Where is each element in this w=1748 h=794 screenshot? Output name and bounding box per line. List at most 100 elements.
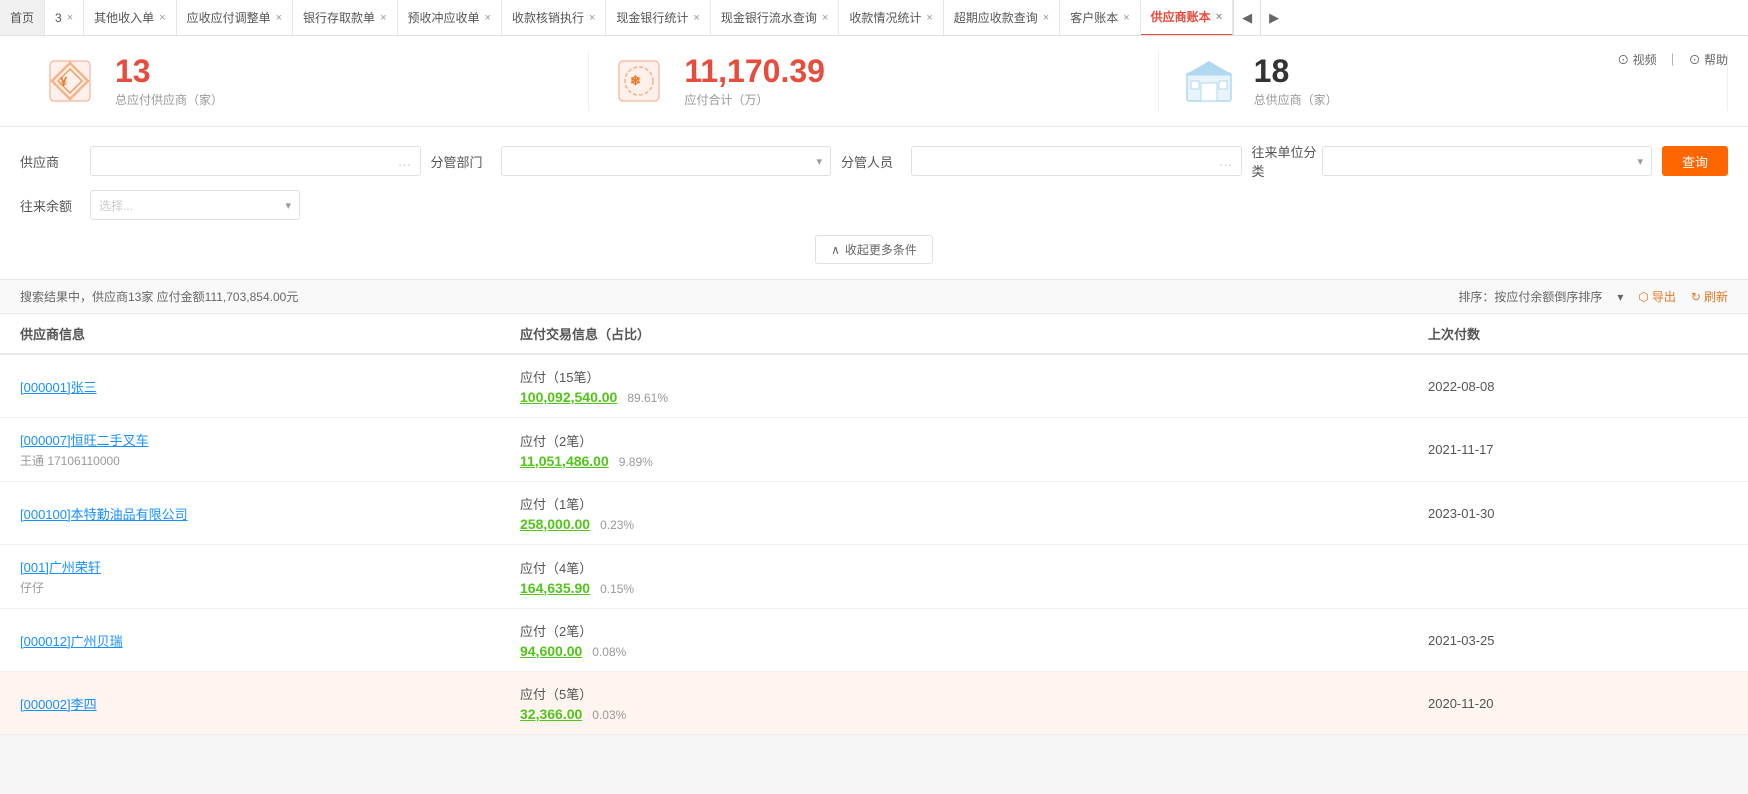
- supplier-link[interactable]: [000001]张三: [20, 377, 520, 396]
- supplier-input[interactable]: [99, 154, 398, 168]
- tx-amount[interactable]: 32,366.00: [520, 706, 582, 722]
- supplier-link[interactable]: [000100]本特勤油品有限公司: [20, 504, 520, 523]
- person-input-wrap[interactable]: …: [911, 146, 1242, 176]
- tab-cash-flow[interactable]: 现金银行流水查询 ×: [711, 0, 839, 36]
- tab-adjustment[interactable]: 应收应付调整单 ×: [177, 0, 293, 36]
- filter-row-1: 供应商 … 分管部门 ▾ 分管人员 … 往来单位分类: [20, 142, 1728, 180]
- table-row: [000012]广州贝瑞 应付（2笔） 94,600.00 0.08% 2021…: [0, 609, 1748, 672]
- sort-label[interactable]: 排序：按应付余额倒序排序: [1458, 288, 1602, 305]
- last-pay-cell: 2023-01-30: [1428, 506, 1728, 521]
- close-icon[interactable]: ×: [926, 12, 932, 24]
- supplier-dots-icon[interactable]: …: [398, 153, 412, 169]
- stat-payable-suppliers: ¥ 13 总应付供应商（家）: [20, 51, 589, 111]
- supplier-input-wrap[interactable]: …: [90, 146, 421, 176]
- close-icon[interactable]: ×: [1216, 11, 1222, 23]
- close-icon[interactable]: ×: [1043, 12, 1049, 24]
- person-dots-icon[interactable]: …: [1219, 153, 1233, 169]
- category-select[interactable]: ▾: [1322, 146, 1653, 176]
- close-icon[interactable]: ×: [67, 12, 73, 24]
- table-row: [000002]李四 应付（5笔） 32,366.00 0.03% 2020-1…: [0, 672, 1748, 735]
- dept-label: 分管部门: [431, 152, 501, 171]
- supplier-info-cell: [000007]恒旺二手叉车 王通 17106110000: [20, 430, 520, 469]
- video-link[interactable]: ⊙ 视频: [1617, 51, 1656, 68]
- last-pay-cell: 2021-11-17: [1428, 442, 1728, 457]
- refresh-button[interactable]: ↻ 刷新: [1691, 288, 1728, 305]
- stats-bar: ¥ 13 总应付供应商（家） ❄ 11,170.39 应付合计（万）: [0, 36, 1748, 127]
- results-bar: 搜索结果中，供应商13家 应付金额111,703,854.00元 排序：按应付余…: [0, 280, 1748, 314]
- tx-label: 应付（2笔）: [520, 621, 1428, 640]
- tab-3[interactable]: 3 ×: [45, 0, 84, 36]
- close-icon[interactable]: ×: [589, 12, 595, 24]
- nav-prev-arrow[interactable]: ◀: [1233, 0, 1260, 36]
- table-row: [001]广州荣轩 仔仔 应付（4笔） 164,635.90 0.15%: [0, 545, 1748, 609]
- col-header-lastpay: 上次付数: [1428, 324, 1728, 343]
- payable-suppliers-count: 13: [115, 55, 223, 87]
- tx-amount[interactable]: 11,051,486.00: [520, 453, 609, 469]
- tx-info-cell: 应付（2笔） 11,051,486.00 9.89%: [520, 431, 1428, 469]
- close-icon[interactable]: ×: [822, 12, 828, 24]
- table: 供应商信息 应付交易信息（占比） 上次付数 [000001]张三 应付（15笔）…: [0, 314, 1748, 735]
- close-icon[interactable]: ×: [1123, 12, 1129, 24]
- tx-amount[interactable]: 94,600.00: [520, 643, 582, 659]
- close-icon[interactable]: ×: [380, 12, 386, 24]
- supplier-info-cell: [000001]张三: [20, 377, 520, 396]
- balance-label: 往来余额: [20, 196, 90, 215]
- tx-row: 94,600.00 0.08%: [520, 643, 1428, 659]
- tx-amount[interactable]: 164,635.90: [520, 580, 590, 596]
- tab-collection[interactable]: 收款核销执行 ×: [502, 0, 606, 36]
- supplier-link[interactable]: [000012]广州贝瑞: [20, 631, 520, 650]
- filter-supplier: 供应商 …: [20, 146, 421, 176]
- tx-amount[interactable]: 258,000.00: [520, 516, 590, 532]
- tab-customer-account[interactable]: 客户账本 ×: [1060, 0, 1140, 36]
- balance-select[interactable]: 选择... ▾: [90, 190, 300, 220]
- close-icon[interactable]: ×: [485, 12, 491, 24]
- refresh-icon: ↻: [1691, 290, 1701, 304]
- col-header-tx: 应付交易信息（占比）: [520, 324, 1428, 343]
- nav-next-arrow[interactable]: ▶: [1260, 0, 1287, 36]
- supplier-label: 供应商: [20, 152, 90, 171]
- person-input[interactable]: [920, 154, 1219, 168]
- chevron-down-icon: ▾: [816, 155, 822, 168]
- tx-percent: 89.61%: [627, 391, 668, 405]
- tab-other-income[interactable]: 其他收入单 ×: [84, 0, 176, 36]
- tx-label: 应付（1笔）: [520, 494, 1428, 513]
- tab-home[interactable]: 首页: [0, 0, 45, 36]
- diamond-icon: ¥: [40, 51, 100, 111]
- supplier-link[interactable]: [000007]恒旺二手叉车: [20, 430, 520, 449]
- export-button[interactable]: ⬡ 导出: [1638, 288, 1676, 305]
- tx-info-cell: 应付（2笔） 94,600.00 0.08%: [520, 621, 1428, 659]
- stat-payable-amount: ❄ 11,170.39 应付合计（万）: [589, 51, 1158, 111]
- last-pay-date: 2023-01-30: [1428, 506, 1495, 521]
- tx-percent: 0.03%: [592, 708, 626, 722]
- tx-percent: 0.15%: [600, 582, 634, 596]
- filter-dept: 分管部门 ▾: [431, 146, 832, 176]
- tx-row: 100,092,540.00 89.61%: [520, 389, 1428, 405]
- table-header: 供应商信息 应付交易信息（占比） 上次付数: [0, 314, 1748, 355]
- tab-supplier-account[interactable]: 供应商账本 ×: [1141, 0, 1233, 36]
- tx-amount[interactable]: 100,092,540.00: [520, 389, 617, 405]
- svg-text:¥: ¥: [60, 74, 68, 89]
- tab-cash-bank-stat[interactable]: 现金银行统计 ×: [606, 0, 710, 36]
- collapse-button[interactable]: ∧ 收起更多条件: [815, 235, 933, 264]
- supplier-link[interactable]: [001]广州荣轩: [20, 557, 520, 576]
- close-icon[interactable]: ×: [276, 12, 282, 24]
- svg-text:❄: ❄: [630, 73, 641, 88]
- table-body: [000001]张三 应付（15笔） 100,092,540.00 89.61%…: [0, 355, 1748, 735]
- last-pay-cell: 2021-03-25: [1428, 633, 1728, 648]
- close-icon[interactable]: ×: [159, 12, 165, 24]
- tx-percent: 9.89%: [619, 455, 653, 469]
- supplier-sub: 王通 17106110000: [20, 452, 520, 469]
- dept-select[interactable]: ▾: [501, 146, 832, 176]
- total-suppliers-label: 总供应商（家）: [1254, 91, 1338, 108]
- tx-label: 应付（5笔）: [520, 684, 1428, 703]
- search-button[interactable]: 查询: [1662, 146, 1728, 176]
- tab-prepay[interactable]: 预收冲应收单 ×: [398, 0, 502, 36]
- tab-bank[interactable]: 银行存取款单 ×: [293, 0, 397, 36]
- tab-collection-stat[interactable]: 收款情况统计 ×: [839, 0, 943, 36]
- help-link[interactable]: ⊙ 帮助: [1689, 51, 1728, 68]
- supplier-link[interactable]: [000002]李四: [20, 694, 520, 713]
- tx-info-cell: 应付（4笔） 164,635.90 0.15%: [520, 558, 1428, 596]
- close-icon[interactable]: ×: [693, 12, 699, 24]
- last-pay-date: 2021-03-25: [1428, 633, 1495, 648]
- tab-overdue[interactable]: 超期应收款查询 ×: [944, 0, 1060, 36]
